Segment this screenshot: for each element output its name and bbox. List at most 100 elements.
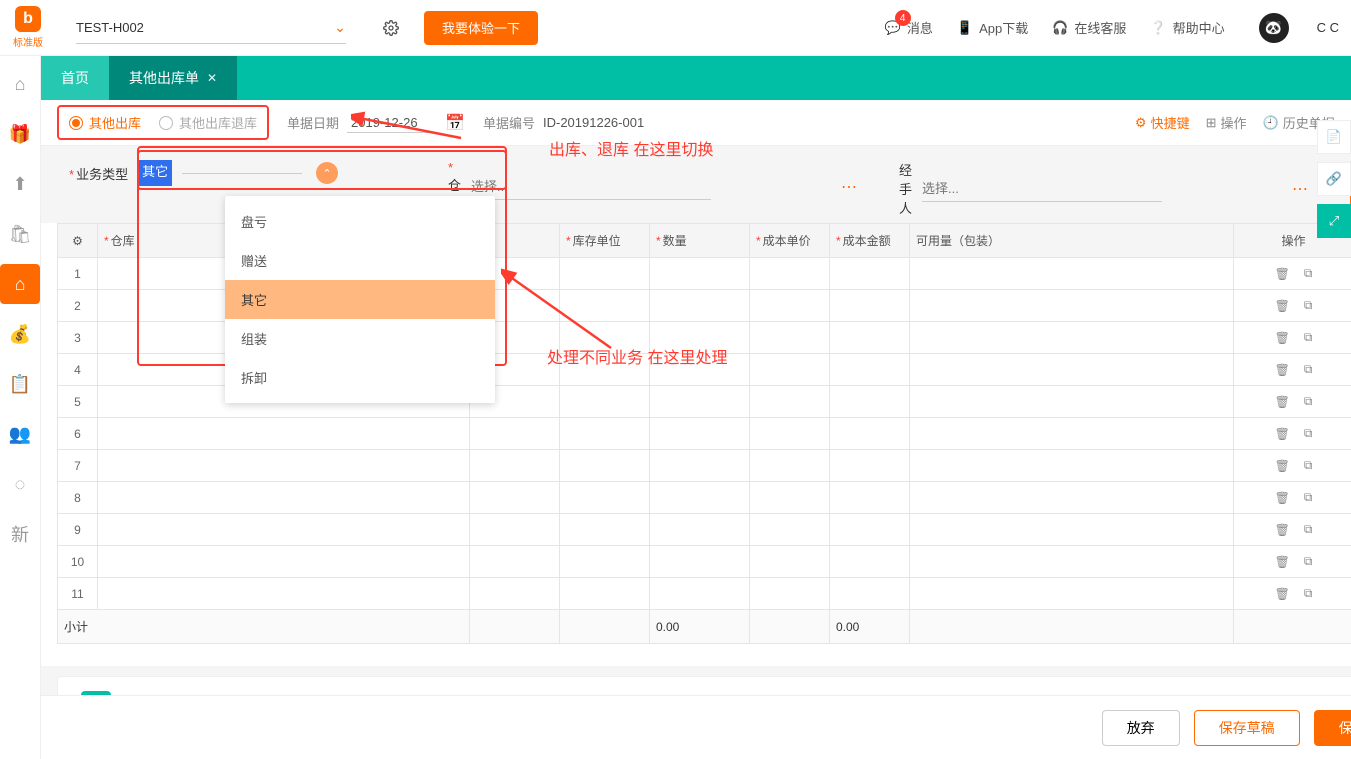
table-cell[interactable] [910,514,1234,546]
table-cell[interactable] [560,386,650,418]
row-actions[interactable]: 🗑⧉ [1234,514,1351,546]
copy-icon[interactable]: ⧉ [1304,266,1313,281]
table-cell[interactable] [650,258,750,290]
table-cell[interactable] [830,354,910,386]
table-cell[interactable] [560,418,650,450]
shortcut-link[interactable]: ⚙ 快捷键 [1135,113,1190,132]
save-draft-button[interactable]: 保存草稿 [1194,710,1300,746]
row-actions[interactable]: 🗑⧉ [1234,450,1351,482]
nav-in-icon[interactable]: ⬆ [0,164,40,204]
row-actions[interactable]: 🗑⧉ [1234,418,1351,450]
table-cell[interactable] [650,546,750,578]
table-cell[interactable] [650,418,750,450]
table-cell[interactable] [560,354,650,386]
row-actions[interactable]: 🗑⧉ [1234,578,1351,610]
agent-select[interactable] [922,176,1162,202]
table-cell[interactable] [750,450,830,482]
gutter-link-icon[interactable]: 🔗 [1317,162,1351,196]
nav-contacts-icon[interactable]: 👥 [0,414,40,454]
nav-bag-icon[interactable]: 🛍 [0,214,40,254]
operate-link[interactable]: ⊞ 操作 [1206,113,1247,132]
table-cell[interactable] [470,578,560,610]
settings-icon[interactable] [376,13,406,43]
nav-gift-icon[interactable]: 🎁 [0,114,40,154]
table-cell[interactable] [650,290,750,322]
table-cell[interactable] [650,482,750,514]
table-cell[interactable] [560,546,650,578]
table-cell[interactable] [98,450,470,482]
table-cell[interactable] [560,514,650,546]
app-download-link[interactable]: 📱 App下载 [957,18,1028,37]
table-cell[interactable] [910,450,1234,482]
trial-button[interactable]: 我要体验一下 [424,11,538,45]
table-cell[interactable] [910,290,1234,322]
row-actions[interactable]: 🗑⧉ [1234,258,1351,290]
table-cell[interactable] [650,386,750,418]
tab-home[interactable]: 首页 [41,56,109,100]
table-cell[interactable] [750,418,830,450]
radio-outbound[interactable]: 其他出库 [69,113,141,132]
table-cell[interactable] [910,578,1234,610]
table-cell[interactable] [98,514,470,546]
table-cell[interactable] [830,450,910,482]
discard-button[interactable]: 放弃 [1102,710,1180,746]
tab-current[interactable]: 其他出库单 ✕ [109,56,237,100]
copy-icon[interactable]: ⧉ [1304,458,1313,473]
messages-link[interactable]: 💬 消息 4 [885,18,933,37]
table-cell[interactable] [910,386,1234,418]
table-cell[interactable] [98,482,470,514]
table-cell[interactable] [750,546,830,578]
table-cell[interactable] [830,482,910,514]
row-actions[interactable]: 🗑⧉ [1234,290,1351,322]
copy-icon[interactable]: ⧉ [1304,586,1313,601]
dropdown-item[interactable]: 组装 [225,319,495,358]
table-cell[interactable] [650,354,750,386]
dropdown-item[interactable]: 其它 [225,280,495,319]
save-button[interactable]: 保存▾ [1314,710,1351,746]
delete-icon[interactable]: 🗑 [1275,555,1290,569]
table-cell[interactable] [750,482,830,514]
nav-loading-icon[interactable]: ◌ [0,464,40,504]
radio-return[interactable]: 其他出库退库 [159,113,257,132]
gutter-note-icon[interactable]: 📄 [1317,120,1351,154]
more-icon[interactable]: ⋯ [841,177,859,197]
table-cell[interactable] [830,514,910,546]
table-cell[interactable] [650,514,750,546]
table-cell[interactable] [470,450,560,482]
table-cell[interactable] [98,418,470,450]
copy-icon[interactable]: ⧉ [1304,394,1313,409]
delete-icon[interactable]: 🗑 [1275,395,1290,409]
copy-icon[interactable]: ⧉ [1304,426,1313,441]
gutter-expand-icon[interactable]: ⤢ [1317,204,1351,238]
nav-warehouse-icon[interactable]: ⌂ [0,264,40,304]
table-cell[interactable] [470,482,560,514]
nav-new-icon[interactable]: 新 [0,514,40,554]
row-actions[interactable]: 🗑⧉ [1234,322,1351,354]
table-cell[interactable] [830,322,910,354]
chevron-up-icon[interactable]: ⌃ [316,162,338,184]
table-cell[interactable] [98,546,470,578]
table-cell[interactable] [750,322,830,354]
table-cell[interactable] [560,450,650,482]
nav-clipboard-icon[interactable]: 📋 [0,364,40,404]
table-cell[interactable] [470,418,560,450]
table-cell[interactable] [650,578,750,610]
copy-icon[interactable]: ⧉ [1304,362,1313,377]
table-cell[interactable] [910,258,1234,290]
date-input[interactable]: 2019-12-26 [347,113,437,133]
copy-icon[interactable]: ⧉ [1304,330,1313,345]
dropdown-item[interactable]: 拆卸 [225,358,495,397]
table-cell[interactable] [910,482,1234,514]
table-cell[interactable] [750,290,830,322]
row-actions[interactable]: 🗑⧉ [1234,546,1351,578]
table-cell[interactable] [830,386,910,418]
delete-icon[interactable]: 🗑 [1275,523,1290,537]
table-cell[interactable] [750,578,830,610]
row-actions[interactable]: 🗑⧉ [1234,482,1351,514]
delete-icon[interactable]: 🗑 [1275,427,1290,441]
copy-icon[interactable]: ⧉ [1304,554,1313,569]
table-cell[interactable] [750,514,830,546]
table-cell[interactable] [560,482,650,514]
table-cell[interactable] [470,514,560,546]
table-cell[interactable] [560,290,650,322]
